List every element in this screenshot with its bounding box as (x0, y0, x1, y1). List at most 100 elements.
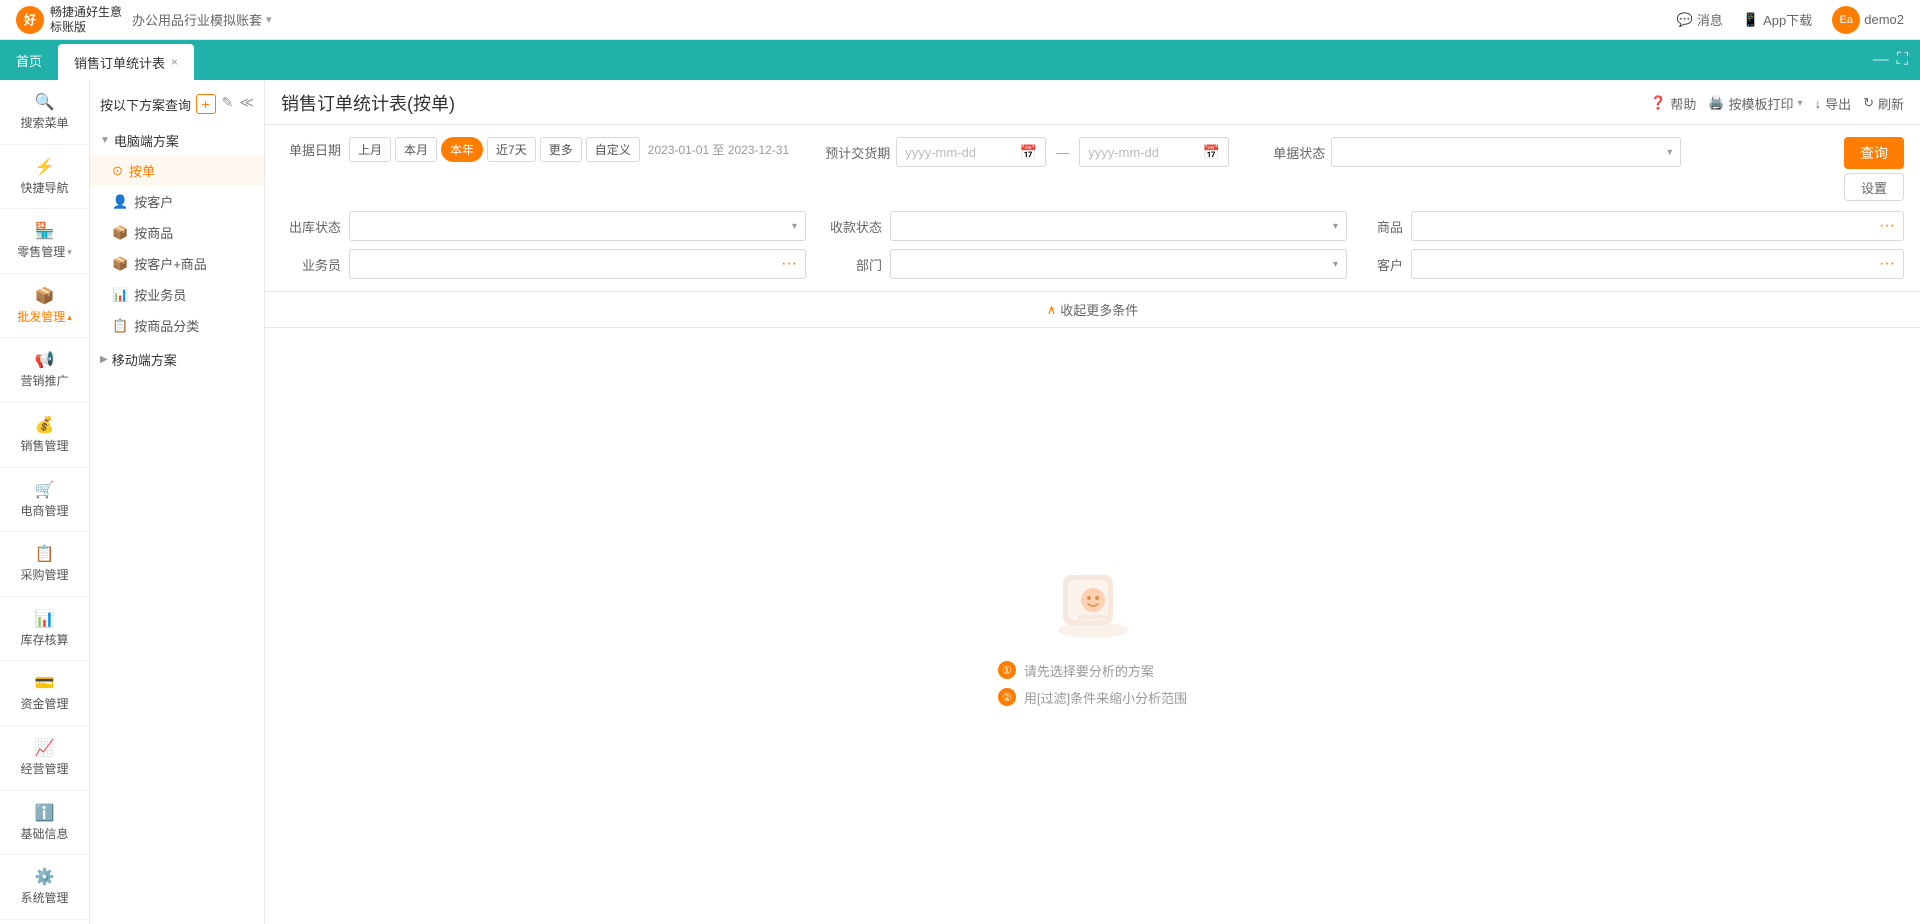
scheme-item-by-customer[interactable]: 👤 按客户 (90, 186, 264, 217)
message-button[interactable]: 💬 消息 (1677, 10, 1723, 29)
tab-active[interactable]: 销售订单统计表 × (58, 44, 194, 80)
sidebar-item-system[interactable]: ⚙️ 系统管理 (0, 855, 89, 920)
sidebar-item-operations[interactable]: 📈 经营管理 (0, 726, 89, 791)
expected-delivery-end-input[interactable]: yyyy-mm-dd 📅 (1079, 137, 1229, 167)
sidebar-item-wholesale[interactable]: 📦 批发管理 ▴ (0, 274, 89, 339)
scheme-item-by-order[interactable]: ⊙ 按单 (90, 155, 264, 186)
basic-icon: ℹ️ (35, 803, 55, 823)
collapse-icon: ∧ (1047, 302, 1057, 318)
by-salesperson-icon: 📊 (112, 287, 128, 303)
bill-status-select[interactable]: ▾ (1331, 137, 1681, 167)
date-btn-custom[interactable]: 自定义 (586, 137, 640, 162)
department-select[interactable]: ▾ (890, 249, 1347, 279)
wholesale-icon: 📦 (35, 286, 55, 306)
payment-status-arrow-icon: ▾ (1333, 221, 1338, 232)
salesperson-select[interactable]: ··· (349, 249, 806, 279)
empty-tip-2: ② 用[过滤]条件来缩小分析范围 (998, 688, 1187, 707)
expected-delivery-start-input[interactable]: yyyy-mm-dd 📅 (896, 137, 1046, 167)
tab-bar: 首页 销售订单统计表 × — ⛶ (0, 40, 1920, 80)
edit-scheme-icon[interactable]: ✎ (222, 94, 234, 114)
print-icon: 🖨️ (1708, 95, 1724, 111)
by-customer-icon: 👤 (112, 194, 128, 210)
content-area: 按以下方案查询 + ✎ ≪ ▼ 电脑端方案 ⊙ 按单 👤 (90, 80, 1920, 924)
top-bar-left: 好 畅捷通好生意 标账版 办公用品行业模拟账套 ▾ (16, 5, 272, 34)
marketing-icon: 📢 (35, 350, 55, 370)
refresh-button[interactable]: ↻ 刷新 (1863, 94, 1904, 113)
scheme-item-by-product[interactable]: 📦 按商品 (90, 217, 264, 248)
user-profile[interactable]: Ea demo2 (1832, 6, 1904, 34)
customer-label: 客户 (1363, 255, 1403, 274)
payment-status-select[interactable]: ▾ (890, 211, 1347, 241)
sidebar-item-enterprise[interactable]: 🤝 企业协同 (0, 920, 89, 924)
customer-select[interactable]: ··· (1411, 249, 1904, 279)
sidebar-item-quick-nav[interactable]: ⚡ 快捷导航 (0, 145, 89, 210)
scheme-item-by-category[interactable]: 📋 按商品分类 (90, 310, 264, 341)
salesperson-label: 业务员 (281, 255, 341, 274)
by-order-icon: ⊙ (112, 163, 123, 179)
scheme-section-mobile-header[interactable]: ▶ 移动端方案 (90, 345, 264, 374)
add-scheme-button[interactable]: + (196, 94, 216, 114)
section-expand-icon: ▼ (100, 135, 110, 146)
salesperson-dots-icon[interactable]: ··· (781, 255, 797, 273)
tab-minimize-button[interactable]: — (1873, 51, 1889, 69)
department-label: 部门 (822, 255, 882, 274)
settings-button[interactable]: 设置 (1844, 173, 1904, 201)
scheme-panel: 按以下方案查询 + ✎ ≪ ▼ 电脑端方案 ⊙ 按单 👤 (90, 80, 265, 924)
scheme-item-by-salesperson[interactable]: 📊 按业务员 (90, 279, 264, 310)
sidebar-item-inventory[interactable]: 📊 库存核算 (0, 597, 89, 662)
calendar-end-icon: 📅 (1203, 144, 1220, 161)
scheme-panel-actions: + ✎ ≪ (196, 94, 254, 114)
date-btn-7days[interactable]: 近7天 (487, 137, 536, 162)
date-btn-this-year[interactable]: 本年 (441, 137, 483, 162)
sidebar-item-sales[interactable]: 💰 销售管理 (0, 403, 89, 468)
by-category-icon: 📋 (112, 318, 128, 334)
app-title: 办公用品行业模拟账套 ▾ (132, 10, 272, 29)
retail-icon: 🏪 (35, 221, 55, 241)
date-btn-last-month[interactable]: 上月 (349, 137, 391, 162)
title-arrow-icon[interactable]: ▾ (266, 13, 272, 26)
empty-tip-1: ① 请先选择要分析的方案 (998, 661, 1187, 680)
sidebar-item-search[interactable]: 🔍 搜索菜单 (0, 80, 89, 145)
export-button[interactable]: ↓ 导出 (1815, 94, 1852, 113)
scheme-item-by-customer-product[interactable]: 📦 按客户+商品 (90, 248, 264, 279)
product-label: 商品 (1363, 217, 1403, 236)
sidebar-item-basic[interactable]: ℹ️ 基础信息 (0, 791, 89, 856)
logo-area: 好 畅捷通好生意 标账版 (16, 5, 122, 34)
collapse-scheme-icon[interactable]: ≪ (239, 94, 254, 114)
page-header: 销售订单统计表(按单) ❓ 帮助 🖨️ 按模板打印 ▾ ↓ 导出 (265, 80, 1920, 125)
sidebar-item-finance[interactable]: 💳 资金管理 (0, 661, 89, 726)
tab-home[interactable]: 首页 (0, 40, 58, 80)
query-button[interactable]: 查询 (1844, 137, 1904, 169)
customer-dots-icon[interactable]: ··· (1879, 255, 1895, 273)
scheme-section-desktop-header[interactable]: ▼ 电脑端方案 (90, 126, 264, 155)
help-button[interactable]: ❓ 帮助 (1650, 94, 1696, 113)
sales-icon: 💰 (35, 415, 55, 435)
date-btn-this-month[interactable]: 本月 (395, 137, 437, 162)
date-btn-group: 上月 本月 本年 近7天 更多 自定义 (349, 137, 640, 162)
date-separator: — (1052, 145, 1073, 160)
payment-status-label: 收款状态 (822, 217, 882, 236)
date-btn-more[interactable]: 更多 (540, 137, 582, 162)
collapse-bar[interactable]: ∧ 收起更多条件 (265, 292, 1920, 328)
tab-close-icon[interactable]: × (171, 55, 178, 69)
template-print-button[interactable]: 🖨️ 按模板打印 ▾ (1708, 94, 1802, 113)
tab-maximize-button[interactable]: ⛶ (1897, 51, 1908, 69)
sidebar-item-retail[interactable]: 🏪 零售管理 ▾ (0, 209, 89, 274)
sidebar-item-purchase[interactable]: 📋 采购管理 (0, 532, 89, 597)
help-icon: ❓ (1650, 95, 1666, 111)
tip-num-1: ① (998, 661, 1016, 679)
sidebar-item-marketing[interactable]: 📢 营销推广 (0, 338, 89, 403)
main-content: 销售订单统计表(按单) ❓ 帮助 🖨️ 按模板打印 ▾ ↓ 导出 (265, 80, 1920, 924)
quicknav-icon: ⚡ (35, 157, 55, 177)
logo-icon: 好 (16, 6, 44, 34)
app-download-button[interactable]: 📱 App下载 (1743, 10, 1812, 29)
tab-bar-actions: — ⛶ (1873, 51, 1920, 69)
product-dots-icon[interactable]: ··· (1879, 217, 1895, 235)
product-select[interactable]: ··· (1411, 211, 1904, 241)
delivery-status-select[interactable]: ▾ (349, 211, 806, 241)
sidebar-item-ecommerce[interactable]: 🛒 电商管理 (0, 468, 89, 533)
inventory-icon: 📊 (35, 609, 55, 629)
system-icon: ⚙️ (35, 867, 55, 887)
query-settings-group: 查询 设置 (1844, 137, 1904, 201)
export-icon: ↓ (1815, 96, 1822, 111)
